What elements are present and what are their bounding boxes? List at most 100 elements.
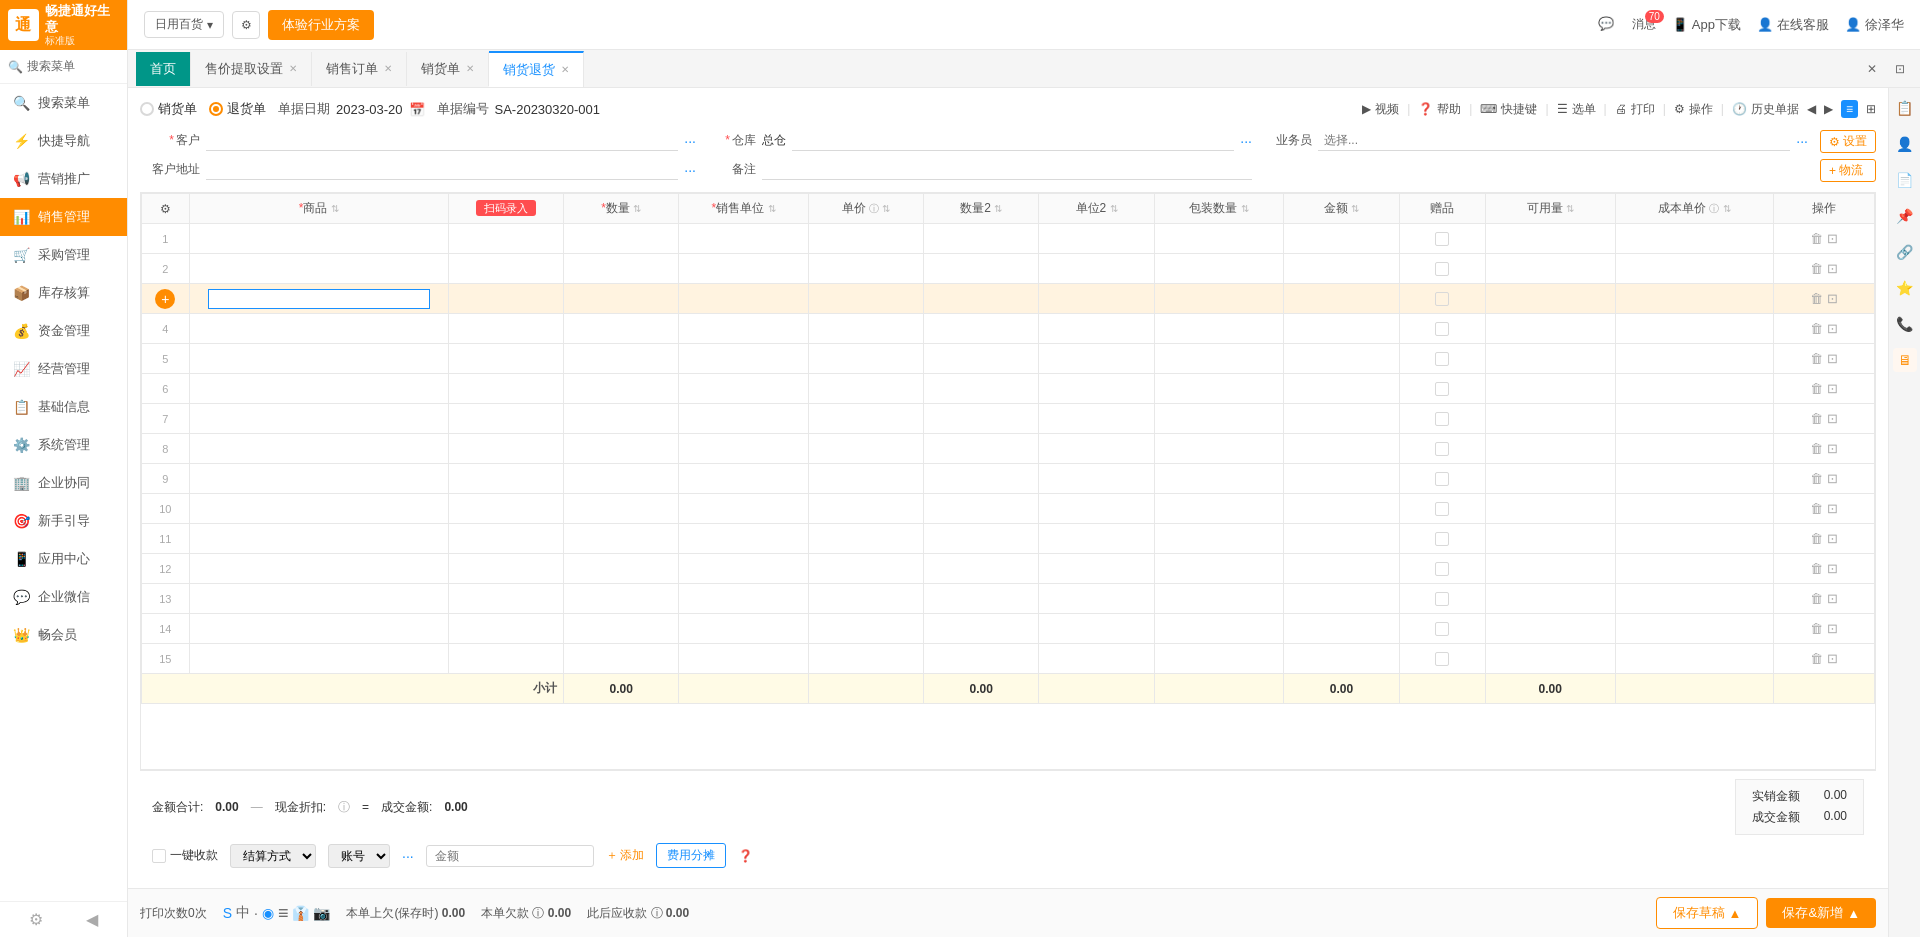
view-grid-btn[interactable]: ⊞ xyxy=(1866,102,1876,116)
customer-more-btn[interactable]: ··· xyxy=(684,133,696,149)
sort-cost-icon[interactable]: ⇅ xyxy=(1723,203,1731,214)
account-select[interactable]: 账号 xyxy=(328,844,390,868)
right-icon-8[interactable]: 🖥 xyxy=(1893,348,1917,372)
sidebar-item-app[interactable]: 📱应用中心 xyxy=(0,540,127,578)
copy-row-7[interactable]: ⊡ xyxy=(1827,411,1838,426)
trial-btn[interactable]: 体验行业方案 xyxy=(268,10,374,40)
pay-amount-input[interactable] xyxy=(426,845,594,867)
expense-help-icon[interactable]: ❓ xyxy=(738,849,753,863)
settings-side-btn[interactable]: ⚙ 设置 xyxy=(1820,130,1876,153)
sidebar-item-sales[interactable]: 📊销售管理 xyxy=(0,198,127,236)
warehouse-more-btn[interactable]: ··· xyxy=(1240,133,1252,149)
topbar-settings-btn[interactable]: ⚙ xyxy=(232,11,260,39)
sort-pack-icon[interactable]: ⇅ xyxy=(1241,203,1249,214)
video-btn[interactable]: ▶ 视频 xyxy=(1362,101,1399,118)
logistics-side-btn[interactable]: + 物流 xyxy=(1820,159,1876,182)
right-icon-1[interactable]: 📋 xyxy=(1893,96,1917,120)
copy-row-2[interactable]: ⊡ xyxy=(1827,261,1838,276)
delete-row-8[interactable]: 🗑 xyxy=(1810,441,1823,456)
shortcuts-btn[interactable]: ⌨ 快捷键 xyxy=(1480,101,1537,118)
sort-available-icon[interactable]: ⇅ xyxy=(1566,203,1574,214)
copy-row-6[interactable]: ⊡ xyxy=(1827,381,1838,396)
online-service-btn[interactable]: 👤 在线客服 xyxy=(1757,16,1829,34)
delete-row-14[interactable]: 🗑 xyxy=(1810,621,1823,636)
sidebar-item-wechat[interactable]: 💬企业微信 xyxy=(0,578,127,616)
copy-row-12[interactable]: ⊡ xyxy=(1827,561,1838,576)
staff-input[interactable] xyxy=(1318,130,1790,151)
sort-qty-icon[interactable]: ⇅ xyxy=(633,203,641,214)
copy-row-9[interactable]: ⊡ xyxy=(1827,471,1838,486)
close-tab-price-settings[interactable]: ✕ xyxy=(289,63,297,74)
print-btn[interactable]: 🖨 打印 xyxy=(1615,101,1655,118)
select-btn[interactable]: ☰ 选单 xyxy=(1557,101,1596,118)
right-icon-7[interactable]: 📞 xyxy=(1893,312,1917,336)
tab-sales-delivery[interactable]: 销货单✕ xyxy=(407,52,489,86)
expense-split-btn[interactable]: 费用分摊 xyxy=(656,843,726,868)
copy-row-10[interactable]: ⊡ xyxy=(1827,501,1838,516)
right-icon-5[interactable]: 🔗 xyxy=(1893,240,1917,264)
copy-row-8[interactable]: ⊡ xyxy=(1827,441,1838,456)
delete-row-13[interactable]: 🗑 xyxy=(1810,591,1823,606)
scan-entry-btn[interactable]: 扫码录入 xyxy=(476,200,536,216)
sort-unit-icon[interactable]: ⇅ xyxy=(768,203,776,214)
sidebar-item-inventory[interactable]: 📦库存核算 xyxy=(0,274,127,312)
close-tab-sales-order[interactable]: ✕ xyxy=(384,63,392,74)
prev-btn[interactable]: ◀ xyxy=(1807,102,1816,116)
view-list-btn[interactable]: ≡ xyxy=(1841,100,1858,118)
sidebar-item-marketing[interactable]: 📢营销推广 xyxy=(0,160,127,198)
gift-checkbox-1[interactable] xyxy=(1435,232,1449,246)
gift-checkbox-15[interactable] xyxy=(1435,652,1449,666)
history-btn[interactable]: 🕐 历史单据 xyxy=(1732,101,1799,118)
delete-row-5[interactable]: 🗑 xyxy=(1810,351,1823,366)
collapse-icon[interactable]: ◀ xyxy=(86,910,98,929)
sidebar-item-basic[interactable]: 📋基础信息 xyxy=(0,388,127,426)
status-icon-2[interactable]: 中 xyxy=(236,904,250,922)
gift-checkbox-9[interactable] xyxy=(1435,472,1449,486)
delete-row-2[interactable]: 🗑 xyxy=(1810,261,1823,276)
copy-row-4[interactable]: ⊡ xyxy=(1827,321,1838,336)
close-tab-btn[interactable]: ✕ xyxy=(1860,57,1884,81)
delete-row-3[interactable]: 🗑 xyxy=(1810,291,1823,306)
copy-row-3[interactable]: ⊡ xyxy=(1827,291,1838,306)
gift-checkbox-6[interactable] xyxy=(1435,382,1449,396)
save-draft-btn[interactable]: 保存草稿 ▲ xyxy=(1656,897,1759,929)
copy-row-13[interactable]: ⊡ xyxy=(1827,591,1838,606)
add-pay-btn[interactable]: ＋ 添加 xyxy=(606,847,644,864)
delete-row-12[interactable]: 🗑 xyxy=(1810,561,1823,576)
gift-checkbox-8[interactable] xyxy=(1435,442,1449,456)
delete-row-11[interactable]: 🗑 xyxy=(1810,531,1823,546)
sort-amount-icon[interactable]: ⇅ xyxy=(1351,203,1359,214)
notification-btn[interactable]: 💬 70 消息 xyxy=(1598,16,1656,33)
customer-input[interactable] xyxy=(206,130,678,151)
gift-checkbox-10[interactable] xyxy=(1435,502,1449,516)
gift-checkbox-2[interactable] xyxy=(1435,262,1449,276)
copy-row-11[interactable]: ⊡ xyxy=(1827,531,1838,546)
gift-checkbox-3[interactable] xyxy=(1435,292,1449,306)
sidebar-search[interactable]: 🔍 搜索菜单 xyxy=(0,50,127,84)
settings-bottom-icon[interactable]: ⚙ xyxy=(29,910,43,929)
calendar-icon[interactable]: 📅 xyxy=(409,102,425,117)
gift-checkbox-12[interactable] xyxy=(1435,562,1449,576)
breadcrumb-select[interactable]: 日用百货 ▾ xyxy=(144,11,224,38)
gift-checkbox-7[interactable] xyxy=(1435,412,1449,426)
sort-unit2-icon[interactable]: ⇅ xyxy=(1110,203,1118,214)
delete-row-15[interactable]: 🗑 xyxy=(1810,651,1823,666)
status-icon-1[interactable]: S xyxy=(223,905,232,921)
sort-price-icon[interactable]: ⇅ xyxy=(882,203,890,214)
gift-checkbox-4[interactable] xyxy=(1435,322,1449,336)
sidebar-item-system[interactable]: ⚙️系统管理 xyxy=(0,426,127,464)
sidebar-item-enterprise[interactable]: 🏢企业协同 xyxy=(0,464,127,502)
next-btn[interactable]: ▶ xyxy=(1824,102,1833,116)
copy-row-14[interactable]: ⊡ xyxy=(1827,621,1838,636)
delete-row-4[interactable]: 🗑 xyxy=(1810,321,1823,336)
sidebar-item-guide[interactable]: 🎯新手引导 xyxy=(0,502,127,540)
note-input[interactable] xyxy=(762,159,1252,180)
sidebar-item-search[interactable]: 🔍搜索菜单 xyxy=(0,84,127,122)
right-icon-3[interactable]: 📄 xyxy=(1893,168,1917,192)
right-icon-2[interactable]: 👤 xyxy=(1893,132,1917,156)
settlement-select[interactable]: 结算方式 xyxy=(230,844,316,868)
radio-delivery[interactable]: 销货单 xyxy=(140,100,197,118)
radio-return[interactable]: 退货单 xyxy=(209,100,266,118)
sort-qty2-icon[interactable]: ⇅ xyxy=(994,203,1002,214)
help-btn[interactable]: ❓ 帮助 xyxy=(1418,101,1461,118)
